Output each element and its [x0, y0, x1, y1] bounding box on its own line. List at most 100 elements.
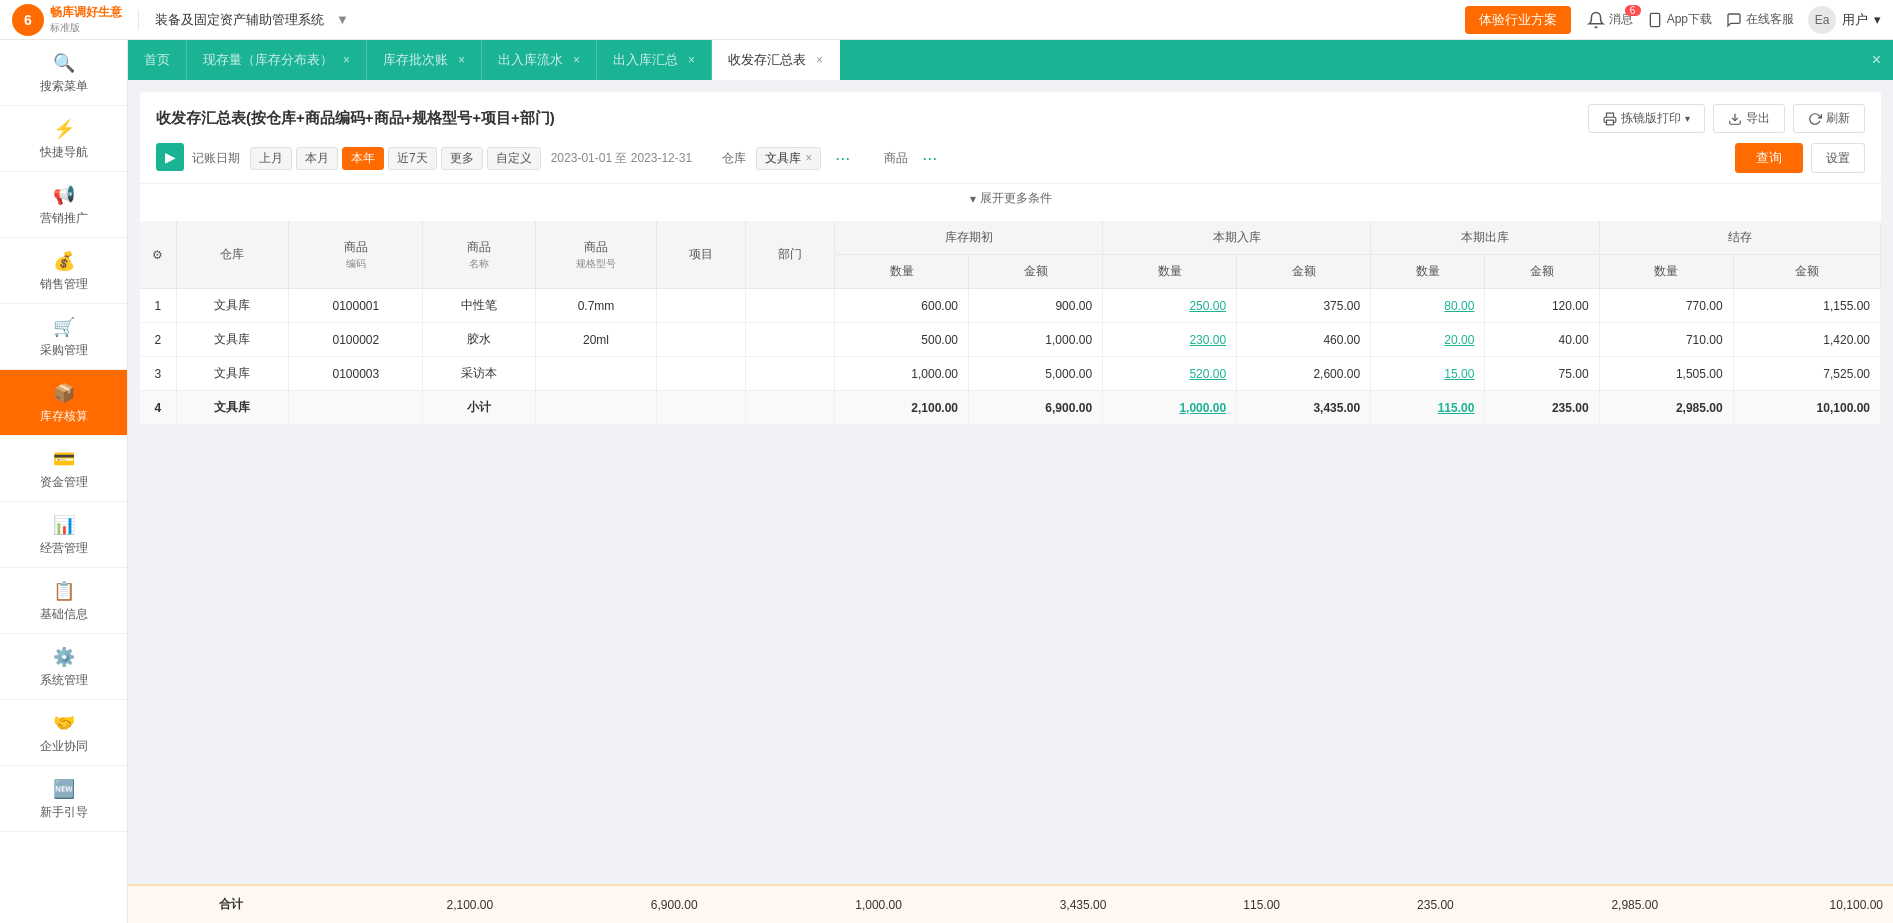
sales-icon: 💰 [53, 250, 75, 272]
basic-info-icon: 📋 [53, 580, 75, 602]
tab-close-summary-inout[interactable]: × [688, 53, 695, 67]
date-filter-label: 记账日期 [192, 150, 240, 167]
th-bal-qty: 数量 [1599, 255, 1733, 289]
inventory-icon: 📦 [53, 382, 75, 404]
sidebar-item-sales[interactable]: 💰 销售管理 [0, 238, 127, 304]
settings-btn[interactable]: 设置 [1811, 143, 1865, 173]
settings-gear-icon[interactable]: ⚙ [152, 248, 163, 262]
user-label: 用户 [1842, 11, 1868, 29]
sidebar-item-search[interactable]: 🔍 搜索菜单 [0, 40, 127, 106]
experience-btn[interactable]: 体验行业方案 [1465, 6, 1571, 34]
export-label: 导出 [1746, 110, 1770, 127]
enterprise-icon: 🤝 [53, 712, 75, 734]
user-avatar: Ea [1808, 6, 1836, 34]
main-card: 收发存汇总表(按仓库+商品编码+商品+规格型号+项目+部门) 拣镜版打印 ▾ 导… [140, 92, 1881, 425]
sidebar-item-purchase[interactable]: 🛒 采购管理 [0, 304, 127, 370]
th-group-in: 本期入库 [1103, 221, 1371, 255]
export-btn[interactable]: 导出 [1713, 104, 1785, 133]
sidebar-item-inventory[interactable]: 📦 库存核算 [0, 370, 127, 436]
th-spec: 商品规格型号 [536, 221, 657, 289]
sidebar-item-basic-info[interactable]: 📋 基础信息 [0, 568, 127, 634]
date-curr-month[interactable]: 本月 [296, 147, 338, 170]
date-range-display: 2023-01-01 至 2023-12-31 [551, 150, 692, 167]
app-subtitle: 标准版 [50, 21, 122, 34]
date-prev-month[interactable]: 上月 [250, 147, 292, 170]
expand-conditions-btn[interactable]: ▾ 展开更多条件 [970, 190, 1052, 207]
tab-home[interactable]: 首页 [128, 40, 187, 80]
th-bal-amt: 金额 [1733, 255, 1880, 289]
tab-recv-send[interactable]: 收发存汇总表 × [712, 40, 840, 80]
tab-batch[interactable]: 库存批次账 × [367, 40, 482, 80]
table-row: 2文具库0100002胶水20ml500.001,000.00230.00460… [140, 323, 1881, 357]
finance-icon: 💳 [53, 448, 75, 470]
th-out-amt: 金额 [1485, 255, 1599, 289]
app-download-btn[interactable]: App下载 [1647, 11, 1712, 28]
footer-open-amt: 6,900.00 [503, 892, 707, 917]
footer-bal-amt: 10,100.00 [1668, 892, 1893, 917]
purchase-icon: 🛒 [53, 316, 75, 338]
print-btn[interactable]: 拣镜版打印 ▾ [1588, 104, 1705, 133]
page-title: 收发存汇总表(按仓库+商品编码+商品+规格型号+项目+部门) [156, 109, 555, 128]
tab-close-batch[interactable]: × [458, 53, 465, 67]
tab-close-recv-send[interactable]: × [816, 53, 823, 67]
warehouse-filter-tag[interactable]: 文具库 × [756, 147, 821, 170]
svg-rect-0 [1650, 13, 1659, 26]
sidebar-item-marketing[interactable]: 📢 营销推广 [0, 172, 127, 238]
app-logo-icon: 6 [12, 4, 44, 36]
sidebar-item-quick-nav[interactable]: ⚡ 快捷导航 [0, 106, 127, 172]
page-content: 收发存汇总表(按仓库+商品编码+商品+规格型号+项目+部门) 拣镜版打印 ▾ 导… [128, 80, 1893, 884]
sidebar-item-enterprise[interactable]: 🤝 企业协同 [0, 700, 127, 766]
footer-out-amt: 235.00 [1290, 892, 1464, 917]
date-custom[interactable]: 自定义 [487, 147, 541, 170]
sidebar-item-finance[interactable]: 💳 资金管理 [0, 436, 127, 502]
tab-close-flow[interactable]: × [573, 53, 580, 67]
warehouse-dots-btn[interactable]: ··· [831, 148, 854, 169]
tab-stock-dist[interactable]: 现存量（库存分布表） × [187, 40, 367, 80]
th-open-qty: 数量 [835, 255, 969, 289]
data-table-wrapper: ⚙ 仓库 商品编码 商品名称 商品规格型号 项目 部门 库存期初 本期入库 [140, 221, 1881, 425]
tab-close-all-btn[interactable]: × [1860, 51, 1893, 69]
tab-flow[interactable]: 出入库流水 × [482, 40, 597, 80]
sidebar-item-guide[interactable]: 🆕 新手引导 [0, 766, 127, 832]
th-dept: 部门 [745, 221, 834, 289]
footer-bal-qty: 2,985.00 [1464, 892, 1668, 917]
operation-icon: 📊 [53, 514, 75, 536]
guide-icon: 🆕 [53, 778, 75, 800]
th-code: 商品编码 [289, 221, 423, 289]
th-in-amt: 金额 [1237, 255, 1371, 289]
date-curr-year[interactable]: 本年 [342, 147, 384, 170]
table-row: 1文具库0100001中性笔0.7mm600.00900.00250.00375… [140, 289, 1881, 323]
warehouse-remove-btn[interactable]: × [805, 151, 812, 165]
tab-summary-inout[interactable]: 出入库汇总 × [597, 40, 712, 80]
sidebar-item-operation[interactable]: 📊 经营管理 [0, 502, 127, 568]
notifications-btn[interactable]: 消息 6 [1587, 11, 1633, 29]
query-btn[interactable]: 查询 [1735, 143, 1803, 173]
totals-bar: 合计 2,100.00 6,900.00 1,000.00 3,435.00 1… [128, 884, 1893, 923]
date-more[interactable]: 更多 [441, 147, 483, 170]
filter-toggle-btn[interactable]: ▶ [156, 143, 184, 171]
footer-in-amt: 3,435.00 [912, 892, 1116, 917]
th-group-opening: 库存期初 [835, 221, 1103, 255]
goods-dots-btn[interactable]: ··· [918, 148, 941, 169]
marketing-icon: 📢 [53, 184, 75, 206]
th-in-qty: 数量 [1103, 255, 1237, 289]
search-icon: 🔍 [53, 52, 75, 74]
sidebar: 🔍 搜索菜单 ⚡ 快捷导航 📢 营销推广 💰 销售管理 🛒 采购管理 📦 [0, 40, 128, 923]
system-title: 装备及固定资产辅助管理系统 [155, 11, 324, 29]
th-out-qty: 数量 [1371, 255, 1485, 289]
online-service-btn[interactable]: 在线客服 [1726, 11, 1794, 28]
app-name: 畅库调好生意 [50, 5, 122, 21]
refresh-label: 刷新 [1826, 110, 1850, 127]
user-menu[interactable]: Ea 用户 ▾ [1808, 6, 1881, 34]
warehouse-value: 文具库 [765, 150, 801, 167]
th-group-out: 本期出库 [1371, 221, 1599, 255]
version-dropdown[interactable]: ▼ [336, 12, 349, 27]
date-7days[interactable]: 近7天 [388, 147, 437, 170]
sidebar-item-system[interactable]: ⚙️ 系统管理 [0, 634, 127, 700]
table-row: 4文具库小计2,100.006,900.001,000.003,435.0011… [140, 391, 1881, 425]
refresh-btn[interactable]: 刷新 [1793, 104, 1865, 133]
system-icon: ⚙️ [53, 646, 75, 668]
notification-badge: 6 [1625, 5, 1641, 16]
th-settings[interactable]: ⚙ [140, 221, 176, 289]
tab-close-stock-dist[interactable]: × [343, 53, 350, 67]
